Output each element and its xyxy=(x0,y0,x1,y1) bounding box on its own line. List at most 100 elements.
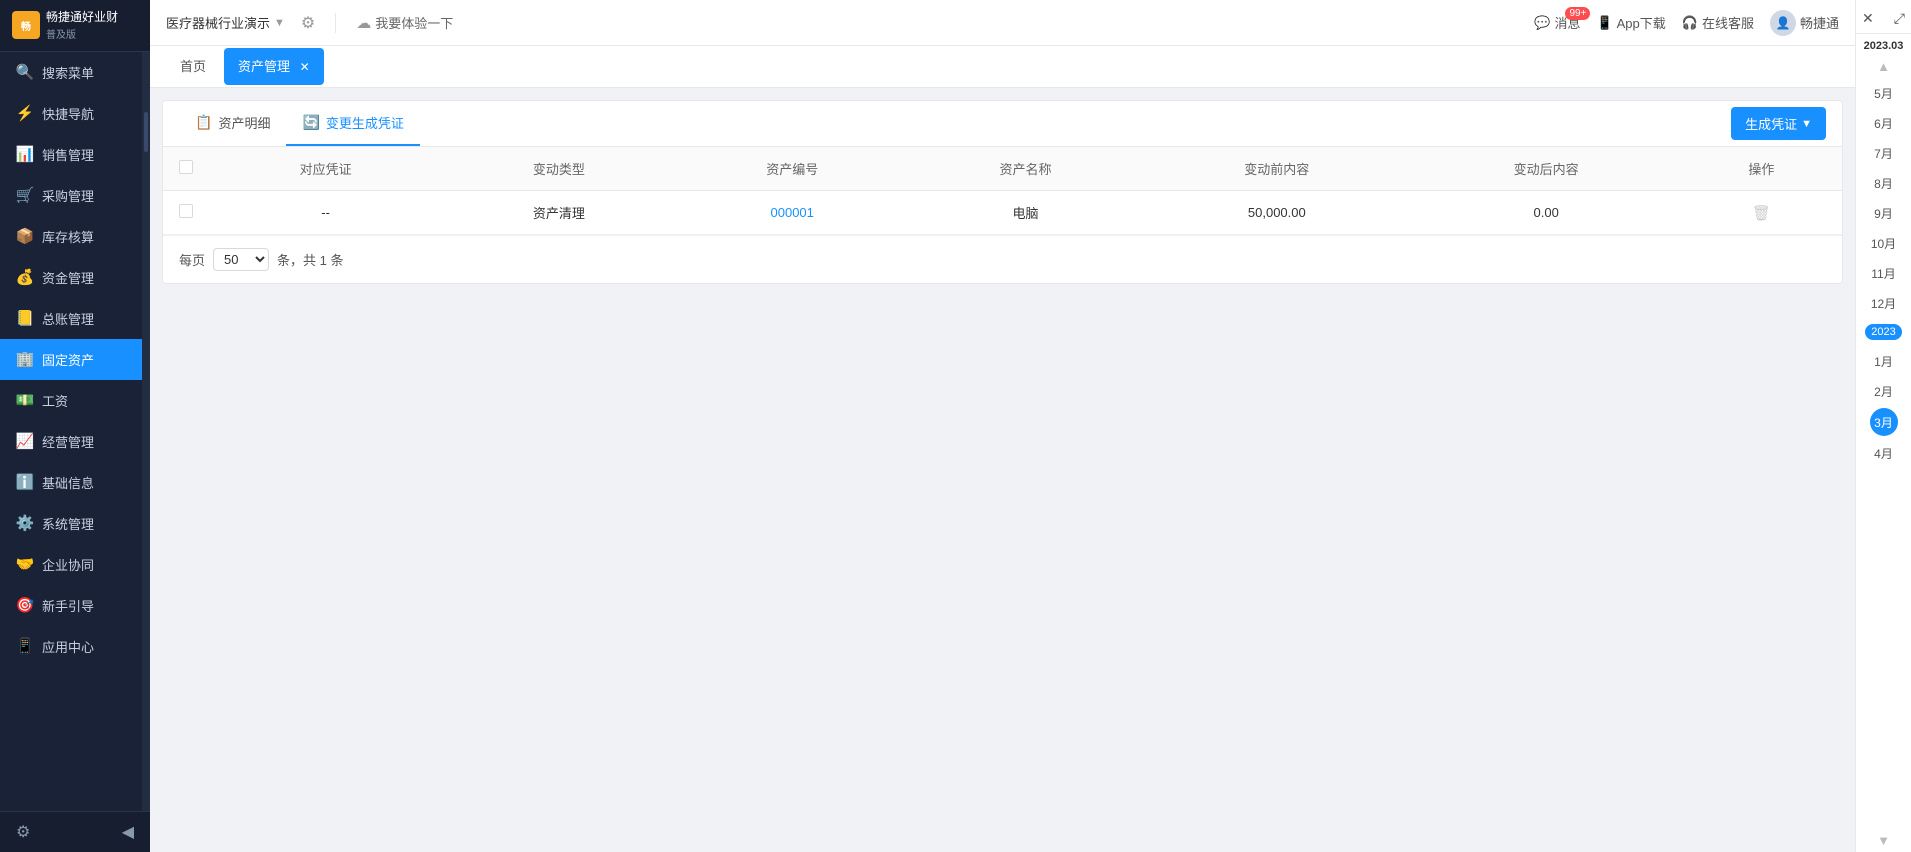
experience-button[interactable]: ☁ 我要体验一下 xyxy=(356,13,453,32)
app-center-icon: 📱 xyxy=(16,637,34,655)
sidebar-item-sales[interactable]: 📊 销售管理 xyxy=(0,134,142,175)
row-operation-cell: 🗑 xyxy=(1681,191,1842,235)
month-list: 5月 6月 7月 8月 9月 10月 11月 12月 2023 1月 2月 3月… xyxy=(1856,78,1911,828)
online-service-button[interactable]: 🎧 在线客服 xyxy=(1682,13,1754,32)
sidebar-item-fixed-assets[interactable]: 🏢 固定资产 xyxy=(0,339,142,380)
sidebar-item-collaboration[interactable]: 🤝 企业协同 xyxy=(0,544,142,585)
sidebar-item-payroll[interactable]: 💵 工资 xyxy=(0,380,142,421)
app-edition: 普及版 xyxy=(46,26,118,41)
month-3-active[interactable]: 3月 xyxy=(1870,408,1898,436)
tab-change-voucher-label: 变更生成凭证 xyxy=(326,113,404,132)
month-7[interactable]: 7月 xyxy=(1856,138,1911,168)
tab-asset-detail[interactable]: 📋 资产明细 xyxy=(179,101,286,146)
sidebar-nav: 🔍 搜索菜单 ⚡ 快捷导航 📊 销售管理 🛒 采购管理 📦 库存核算 💰 xyxy=(0,52,142,811)
messages-button[interactable]: 💬 消息 99+ xyxy=(1534,13,1580,32)
sidebar-item-label: 搜索菜单 xyxy=(42,63,94,82)
generate-voucher-button[interactable]: 生成凭证 ▼ xyxy=(1731,107,1826,140)
pagination: 每页 50 10 20 100 条，共 1 条 xyxy=(163,235,1842,283)
year-badge-2023[interactable]: 2023 xyxy=(1865,324,1901,340)
system-icon: ⚙️ xyxy=(16,514,34,532)
sidebar-logo: 畅 畅捷通好业财 普及版 xyxy=(0,0,150,52)
app-name: 畅捷通好业财 xyxy=(46,10,118,26)
col-asset-no: 资产编号 xyxy=(676,147,909,191)
fixed-assets-icon: 🏢 xyxy=(16,350,34,368)
search-icon: 🔍 xyxy=(16,63,34,81)
sidebar-item-label: 销售管理 xyxy=(42,145,94,164)
inventory-icon: 📦 xyxy=(16,227,34,245)
online-service-label: 在线客服 xyxy=(1702,13,1754,32)
sidebar-item-basic-info[interactable]: ℹ️ 基础信息 xyxy=(0,462,142,503)
month-9[interactable]: 9月 xyxy=(1856,198,1911,228)
sidebar-item-ledger[interactable]: 📒 总账管理 xyxy=(0,298,142,339)
generate-voucher-label: 生成凭证 xyxy=(1745,114,1797,133)
page-size-select[interactable]: 50 10 20 100 xyxy=(213,248,269,271)
month-10[interactable]: 10月 xyxy=(1856,228,1911,258)
sidebar: 畅 畅捷通好业财 普及版 🔍 搜索菜单 ⚡ 快捷导航 📊 销售管理 🛒 采购管理 xyxy=(0,0,150,852)
sidebar-item-system[interactable]: ⚙️ 系统管理 xyxy=(0,503,142,544)
basic-info-icon: ℹ️ xyxy=(16,473,34,491)
month-5[interactable]: 5月 xyxy=(1856,78,1911,108)
month-1[interactable]: 1月 xyxy=(1856,346,1911,376)
tab-home[interactable]: 首页 xyxy=(166,48,220,85)
sidebar-item-label: 企业协同 xyxy=(42,555,94,574)
tab-asset-mgmt-label: 资产管理 xyxy=(238,59,290,74)
right-panel-expand-icon[interactable]: ⤢ xyxy=(1894,10,1905,27)
month-4[interactable]: 4月 xyxy=(1856,438,1911,468)
sidebar-item-search[interactable]: 🔍 搜索菜单 xyxy=(0,52,142,93)
row-asset-name: 电脑 xyxy=(909,191,1142,235)
app-download-icon: 📱 xyxy=(1596,15,1612,31)
total-count-text: 条，共 1 条 xyxy=(277,250,343,269)
sidebar-item-guide[interactable]: 🎯 新手引导 xyxy=(0,585,142,626)
change-voucher-icon: 🔄 xyxy=(302,114,319,131)
sidebar-item-operations[interactable]: 📈 经营管理 xyxy=(0,421,142,462)
message-icon: 💬 xyxy=(1534,15,1550,31)
topbar-settings-icon[interactable]: ⚙ xyxy=(301,13,315,33)
delete-row-icon[interactable]: 🗑 xyxy=(1752,205,1771,222)
collapse-icon[interactable]: ◀ xyxy=(122,822,134,842)
company-selector[interactable]: 医疗器械行业演示 ▼ xyxy=(166,13,285,32)
select-all-checkbox[interactable] xyxy=(179,160,193,174)
content-area: 首页 资产管理 ✕ 📋 资产明细 🔄 xyxy=(150,46,1855,852)
sidebar-item-inventory[interactable]: 📦 库存核算 xyxy=(0,216,142,257)
tab-bar: 首页 资产管理 ✕ xyxy=(150,46,1855,88)
user-avatar: 👤 xyxy=(1770,10,1796,36)
tab-change-voucher[interactable]: 🔄 变更生成凭证 xyxy=(286,101,419,146)
sidebar-item-label: 总账管理 xyxy=(42,309,94,328)
tab-asset-mgmt[interactable]: 资产管理 ✕ xyxy=(224,48,324,85)
month-8[interactable]: 8月 xyxy=(1856,168,1911,198)
sidebar-item-label: 工资 xyxy=(42,391,68,410)
main-content: 医疗器械行业演示 ▼ ⚙ ☁ 我要体验一下 💬 消息 99+ 📱 App下载 🎧 xyxy=(150,0,1855,852)
row-checkbox-cell xyxy=(163,191,209,235)
user-account[interactable]: 👤 畅捷通 xyxy=(1770,10,1839,36)
sidebar-item-label: 基础信息 xyxy=(42,473,94,492)
tab-asset-detail-label: 资产明细 xyxy=(218,113,270,132)
guide-icon: 🎯 xyxy=(16,596,34,614)
app-download-button[interactable]: 📱 App下载 xyxy=(1596,13,1665,32)
sidebar-item-label: 固定资产 xyxy=(42,350,94,369)
month-scroll-up[interactable]: ▲ xyxy=(1856,54,1911,78)
month-2[interactable]: 2月 xyxy=(1856,376,1911,406)
month-12[interactable]: 12月 xyxy=(1856,288,1911,318)
username-label: 畅捷通 xyxy=(1800,13,1839,32)
row-checkbox[interactable] xyxy=(179,204,193,218)
sidebar-item-capital[interactable]: 💰 资金管理 xyxy=(0,257,142,298)
sidebar-item-app-center[interactable]: 📱 应用中心 xyxy=(0,626,142,667)
tab-close-icon[interactable]: ✕ xyxy=(300,60,310,74)
collaboration-icon: 🤝 xyxy=(16,555,34,573)
right-panel-close-icon[interactable]: ✕ xyxy=(1862,10,1874,27)
month-scroll-down[interactable]: ▼ xyxy=(1856,828,1911,852)
col-before-change: 变动前内容 xyxy=(1142,147,1411,191)
month-6[interactable]: 6月 xyxy=(1856,108,1911,138)
sidebar-footer: ⚙ ◀ xyxy=(0,811,150,852)
month-11[interactable]: 11月 xyxy=(1856,258,1911,288)
messages-badge: 99+ xyxy=(1565,7,1590,20)
sidebar-item-quick-nav[interactable]: ⚡ 快捷导航 xyxy=(0,93,142,134)
row-before-change: 50,000.00 xyxy=(1142,191,1411,235)
right-panel-content: ✕ ⤢ 2023.03 ▲ 5月 6月 7月 8月 9月 10月 11月 12月… xyxy=(1856,4,1911,852)
sidebar-item-label: 经营管理 xyxy=(42,432,94,451)
sidebar-scrollbar[interactable] xyxy=(142,52,150,811)
sidebar-item-purchase[interactable]: 🛒 采购管理 xyxy=(0,175,142,216)
row-change-type: 资产清理 xyxy=(442,191,675,235)
settings-footer-icon[interactable]: ⚙ xyxy=(16,822,30,842)
col-after-change: 变动后内容 xyxy=(1412,147,1681,191)
